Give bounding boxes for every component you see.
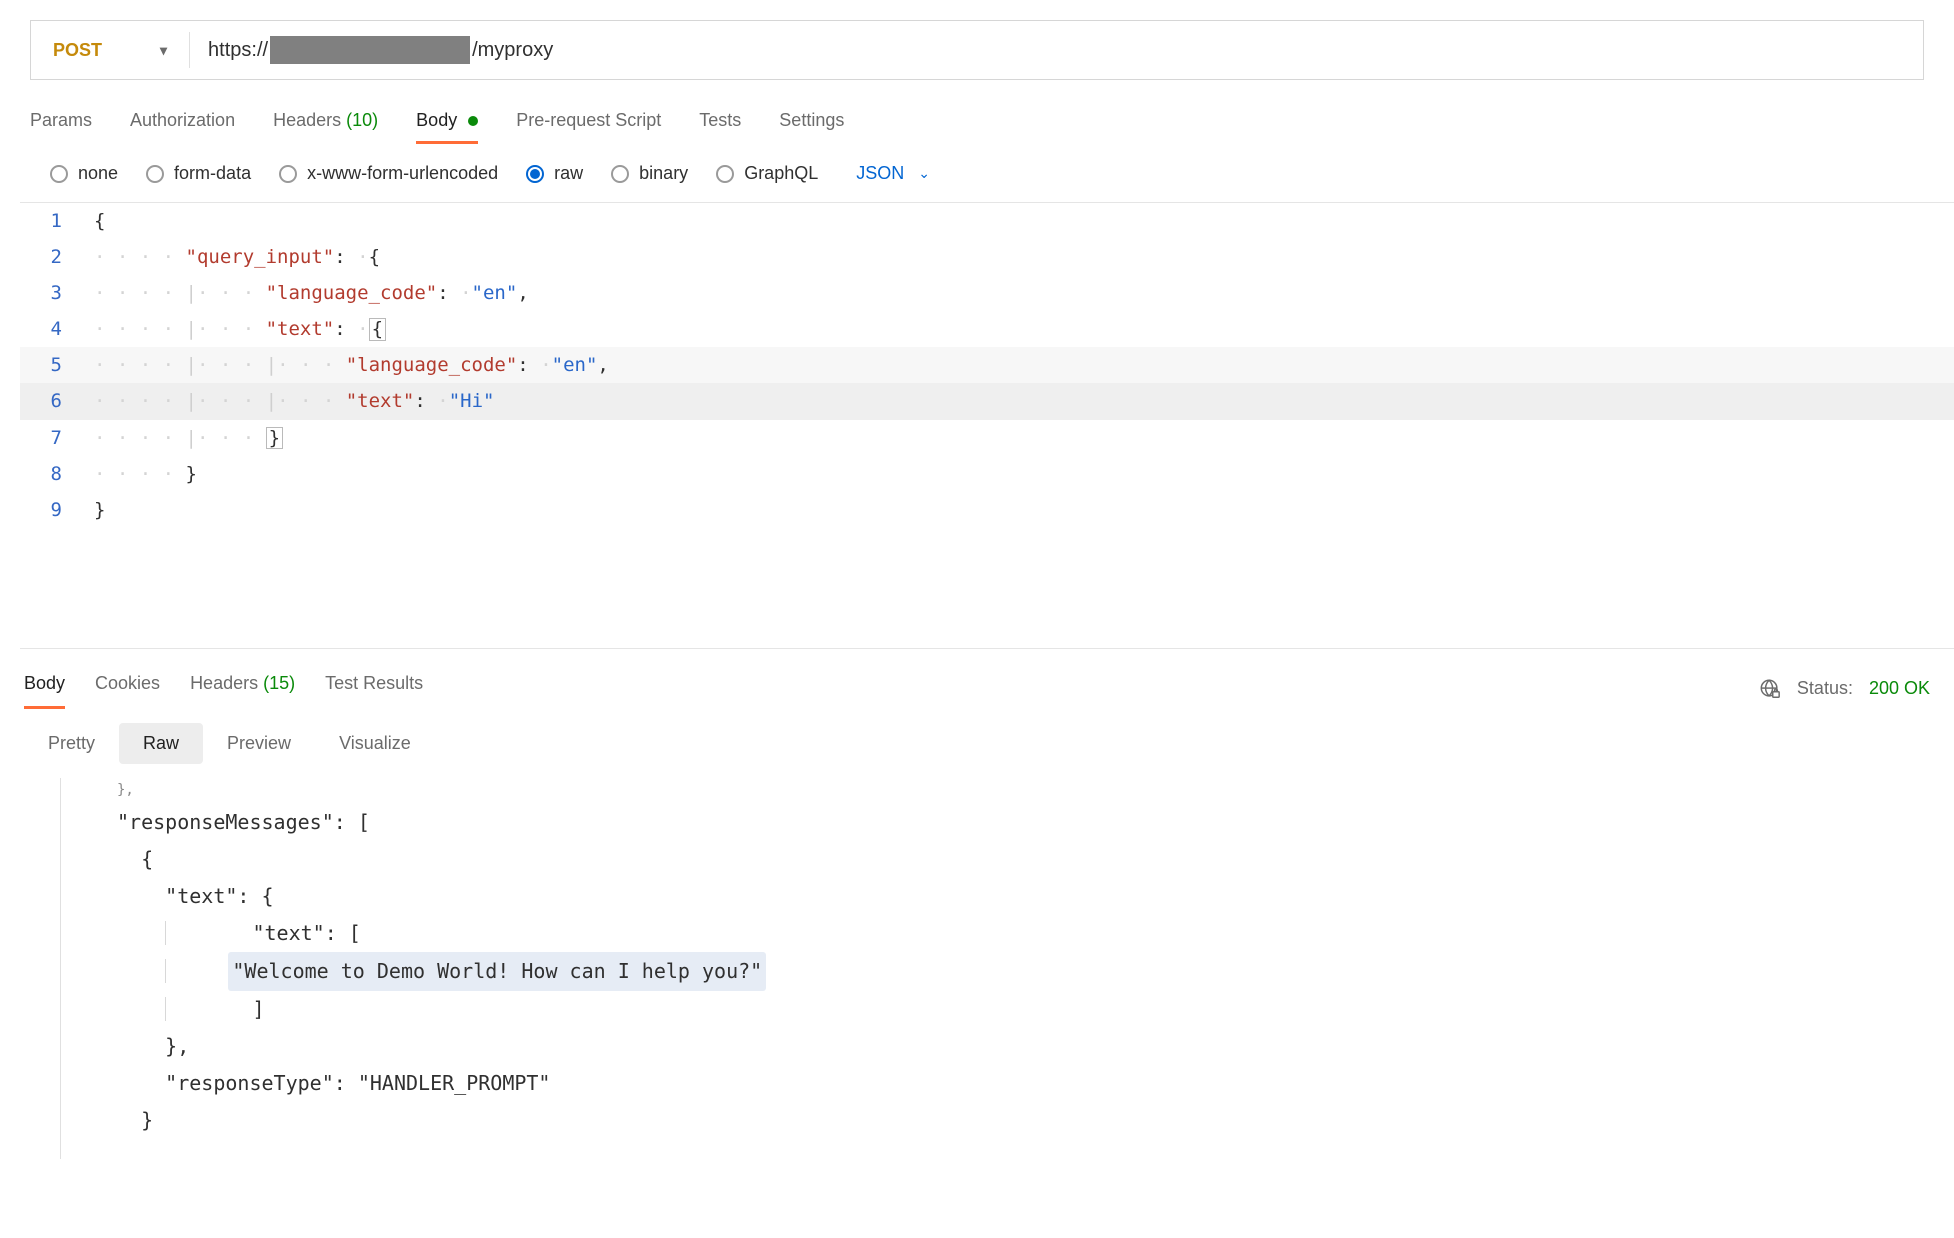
code-line: · · · · |· · · } <box>76 420 283 456</box>
method-label: POST <box>53 40 102 61</box>
tab-authorization[interactable]: Authorization <box>130 104 235 144</box>
tab-prerequest[interactable]: Pre-request Script <box>516 104 661 144</box>
response-line: "Welcome to Demo World! How can I help y… <box>117 952 1954 991</box>
tab-headers[interactable]: Headers (10) <box>273 104 378 144</box>
response-line: "text": { <box>117 878 1954 915</box>
line-number: 5 <box>20 347 76 383</box>
tab-settings[interactable]: Settings <box>779 104 844 144</box>
resp-tab-cookies[interactable]: Cookies <box>95 669 160 709</box>
radio-icon <box>526 165 544 183</box>
tab-params[interactable]: Params <box>30 104 92 144</box>
url-input[interactable]: https:// /myproxy <box>190 36 1923 64</box>
url-suffix: /myproxy <box>472 39 553 62</box>
response-line: } <box>117 1102 1954 1139</box>
radio-xwww[interactable]: x-www-form-urlencoded <box>279 163 498 184</box>
line-number: 4 <box>20 311 76 347</box>
tab-body-label: Body <box>416 110 457 130</box>
code-line: · · · · |· · · "text": ·{ <box>76 311 386 347</box>
resp-tab-testresults[interactable]: Test Results <box>325 669 423 709</box>
subtab-raw[interactable]: Raw <box>119 723 203 764</box>
code-line: · · · · |· · · "language_code": ·"en", <box>76 275 529 311</box>
line-number: 1 <box>20 203 76 239</box>
subtab-visualize[interactable]: Visualize <box>315 723 435 764</box>
line-number: 9 <box>20 492 76 528</box>
radio-graphql-label: GraphQL <box>744 163 818 184</box>
radio-none-label: none <box>78 163 118 184</box>
response-body-viewer[interactable]: }, "responseMessages": [ { "text": { "te… <box>60 778 1954 1159</box>
code-line: · · · · |· · · |· · · "language_code": ·… <box>76 347 609 383</box>
url-prefix: https:// <box>208 39 268 62</box>
globe-lock-icon[interactable] <box>1759 678 1781 700</box>
response-line: ] <box>117 991 1954 1028</box>
response-view-tabs: Pretty Raw Preview Visualize <box>0 709 1954 778</box>
body-dirty-indicator-icon <box>468 116 478 126</box>
request-tabs: Params Authorization Headers (10) Body P… <box>0 104 1954 145</box>
response-line: }, <box>117 778 1954 804</box>
line-number: 8 <box>20 456 76 492</box>
radio-graphql[interactable]: GraphQL <box>716 163 818 184</box>
radio-binary-label: binary <box>639 163 688 184</box>
tab-tests[interactable]: Tests <box>699 104 741 144</box>
code-line: { <box>76 203 105 239</box>
line-number: 2 <box>20 239 76 275</box>
code-line: · · · · |· · · |· · · "text": ·"Hi" <box>76 383 494 419</box>
body-format-label: JSON <box>856 163 904 184</box>
response-status: Status: 200 OK <box>1759 678 1930 700</box>
tab-body[interactable]: Body <box>416 104 478 144</box>
line-number: 6 <box>20 383 76 419</box>
radio-icon <box>279 165 297 183</box>
response-line: { <box>117 841 1954 878</box>
radio-formdata-label: form-data <box>174 163 251 184</box>
chevron-down-icon: ⌄ <box>918 165 930 182</box>
radio-binary[interactable]: binary <box>611 163 688 184</box>
resp-tab-headers-count: (15) <box>263 673 295 693</box>
code-line: · · · · } <box>76 456 197 492</box>
response-line: "responseMessages": [ <box>117 804 1954 841</box>
body-type-options: none form-data x-www-form-urlencoded raw… <box>0 145 1954 202</box>
chevron-down-icon: ▾ <box>160 42 167 59</box>
radio-icon <box>611 165 629 183</box>
response-line: }, <box>117 1028 1954 1065</box>
response-section: Body Cookies Headers (15) Test Results S… <box>0 649 1954 1159</box>
radio-icon <box>146 165 164 183</box>
radio-xwww-label: x-www-form-urlencoded <box>307 163 498 184</box>
response-line: "text": [ <box>117 915 1954 952</box>
code-line: } <box>76 492 105 528</box>
subtab-preview[interactable]: Preview <box>203 723 315 764</box>
tab-headers-count: (10) <box>346 110 378 130</box>
tab-headers-label: Headers <box>273 110 341 130</box>
response-tabs: Body Cookies Headers (15) Test Results <box>24 669 423 709</box>
body-format-select[interactable]: JSON ⌄ <box>856 163 930 184</box>
radio-raw-label: raw <box>554 163 583 184</box>
status-label: Status: <box>1797 678 1853 699</box>
line-number: 7 <box>20 420 76 456</box>
radio-icon <box>716 165 734 183</box>
method-select[interactable]: POST ▾ <box>31 21 189 79</box>
radio-formdata[interactable]: form-data <box>146 163 251 184</box>
radio-icon <box>50 165 68 183</box>
resp-tab-body[interactable]: Body <box>24 669 65 709</box>
code-line: · · · · "query_input": ·{ <box>76 239 380 275</box>
request-bar: POST ▾ https:// /myproxy <box>30 20 1924 80</box>
response-line: "responseType": "HANDLER_PROMPT" <box>117 1065 1954 1102</box>
status-value: 200 OK <box>1869 678 1930 699</box>
line-number: 3 <box>20 275 76 311</box>
resp-tab-headers-label: Headers <box>190 673 258 693</box>
radio-none[interactable]: none <box>50 163 118 184</box>
radio-raw[interactable]: raw <box>526 163 583 184</box>
url-redacted <box>270 36 470 64</box>
subtab-pretty[interactable]: Pretty <box>24 723 119 764</box>
resp-tab-headers[interactable]: Headers (15) <box>190 669 295 709</box>
request-body-editor[interactable]: 1 { 2 · · · · "query_input": ·{ 3 · · · … <box>20 202 1954 649</box>
